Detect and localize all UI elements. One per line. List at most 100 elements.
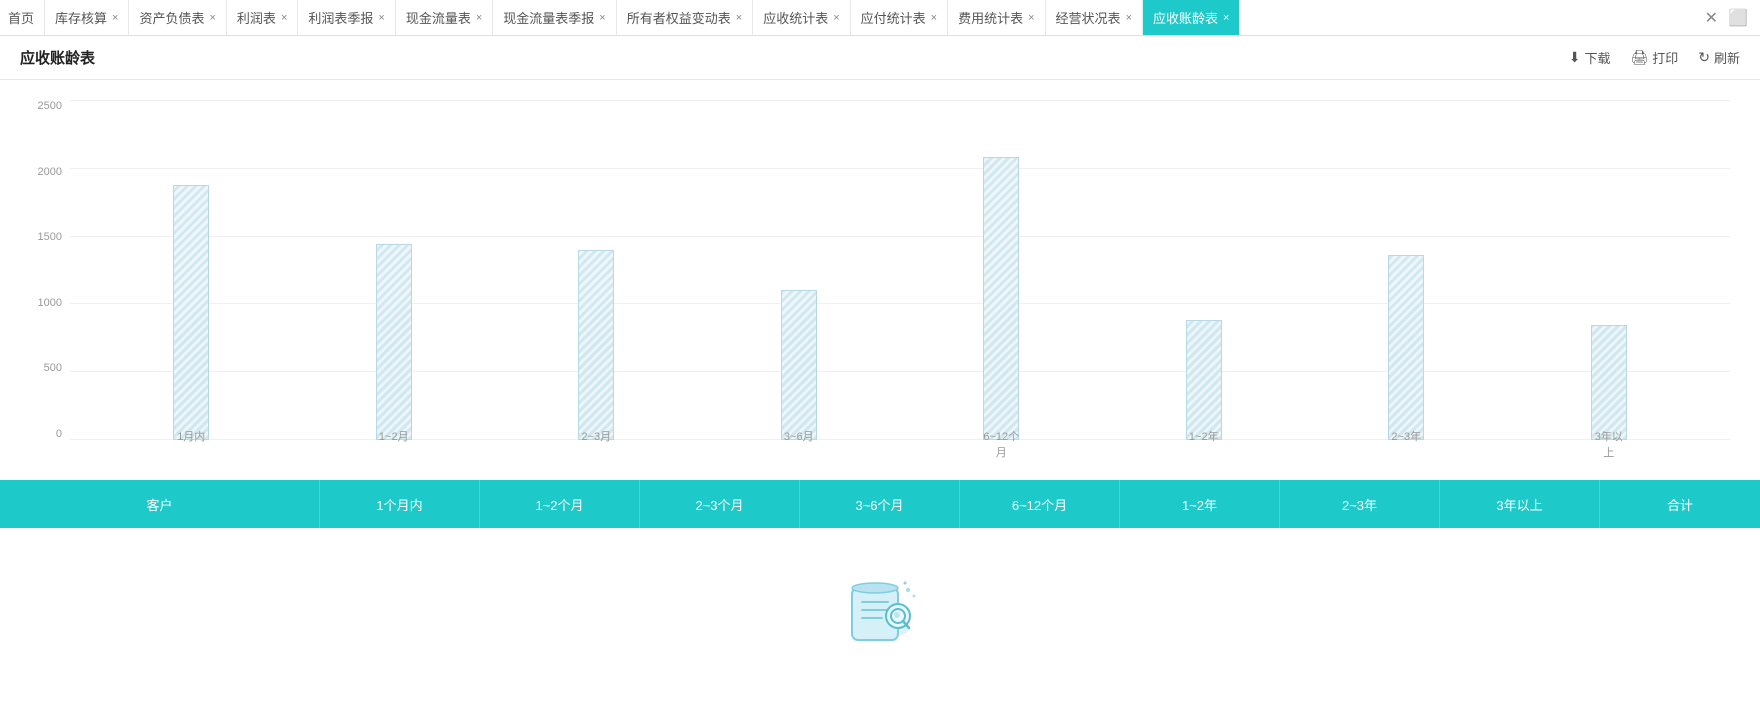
tab-cashflow-label: 现金流量表 <box>406 8 471 27</box>
tab-balance[interactable]: 资产负债表 × <box>129 0 226 36</box>
bar-2-3year <box>1388 255 1424 440</box>
y-label-1500: 1500 <box>38 231 62 243</box>
bar-3-6month <box>781 290 817 440</box>
x-label-1-2year: 1~2年 <box>1186 428 1222 460</box>
chart-area: 2500 2000 1500 1000 500 0 <box>0 80 1760 480</box>
tab-receivable-stat[interactable]: 应收统计表 × <box>753 0 850 36</box>
tab-aging-close[interactable]: × <box>1223 12 1229 24</box>
bar-6-12month <box>983 157 1019 440</box>
tab-cashflow[interactable]: 现金流量表 × <box>396 0 493 36</box>
page-header: 应收账龄表 ⬇ 下载 🖨 打印 ↻ 刷新 <box>0 36 1760 80</box>
refresh-label: 刷新 <box>1714 48 1740 67</box>
th-customer: 客户 <box>0 480 320 528</box>
tab-expense-stat-label: 费用统计表 <box>958 8 1023 27</box>
tab-equity-close[interactable]: × <box>736 12 742 24</box>
bar-group-1-2year <box>1186 320 1222 440</box>
tab-cashflow-quarterly[interactable]: 现金流量表季报 × <box>493 0 616 36</box>
tab-balance-label: 资产负债表 <box>139 8 204 27</box>
tab-receivable-stat-label: 应收统计表 <box>763 8 828 27</box>
bar-group-3-6month <box>781 290 817 440</box>
x-label-3plus: 3年以上 <box>1591 428 1627 460</box>
th-2-3year: 2~3年 <box>1280 480 1440 528</box>
y-label-500: 500 <box>44 362 62 374</box>
tab-cashflow-close[interactable]: × <box>476 12 482 24</box>
x-label-2-3year: 2~3年 <box>1388 428 1424 460</box>
tab-home[interactable]: 首页 <box>8 0 45 36</box>
window-maximize-btn[interactable]: ⬜ <box>1728 8 1748 28</box>
bar-2-3month <box>578 250 614 440</box>
bar-1-2month <box>376 244 412 440</box>
page-title: 应收账龄表 <box>20 47 95 68</box>
tab-payable-stat[interactable]: 应付统计表 × <box>851 0 948 36</box>
x-label-1month: 1月内 <box>173 428 209 460</box>
header-actions: ⬇ 下载 🖨 打印 ↻ 刷新 <box>1569 48 1740 67</box>
bar-group-2-3year <box>1388 255 1424 440</box>
download-button[interactable]: ⬇ 下载 <box>1569 48 1611 67</box>
tab-aging[interactable]: 应收账龄表 × <box>1143 0 1239 36</box>
th-1month: 1个月内 <box>320 480 480 528</box>
x-label-6-12month: 6~12个月 <box>983 428 1019 460</box>
download-icon: ⬇ <box>1569 49 1581 66</box>
tab-equity-label: 所有者权益变动表 <box>627 8 731 27</box>
bar-1-2year <box>1186 320 1222 440</box>
th-1-2year: 1~2年 <box>1120 480 1280 528</box>
print-icon: 🖨 <box>1630 49 1648 66</box>
window-controls: ✕ ⬜ <box>1705 8 1752 28</box>
tab-profit-close[interactable]: × <box>281 12 287 24</box>
download-label: 下载 <box>1584 48 1610 67</box>
tab-aging-label: 应收账龄表 <box>1153 8 1218 27</box>
window-close-btn[interactable]: ✕ <box>1705 8 1718 28</box>
x-labels: 1月内 1~2月 2~3月 3~6月 6~12个月 1~2年 2~3年 3年以上 <box>70 428 1730 460</box>
print-label: 打印 <box>1652 48 1678 67</box>
bars-row <box>70 100 1730 440</box>
bar-group-6-12month <box>983 157 1019 440</box>
tab-profit-label: 利润表 <box>237 8 276 27</box>
y-axis: 2500 2000 1500 1000 500 0 <box>30 100 70 460</box>
tab-profit[interactable]: 利润表 × <box>227 0 298 36</box>
tab-inventory-close[interactable]: × <box>112 12 118 24</box>
tab-profit-quarterly-close[interactable]: × <box>378 12 384 24</box>
print-button[interactable]: 🖨 打印 <box>1630 48 1678 67</box>
chart-inner: 1月内 1~2月 2~3月 3~6月 6~12个月 1~2年 2~3年 3年以上 <box>70 100 1730 460</box>
y-label-2000: 2000 <box>38 166 62 178</box>
bar-group-1-2month <box>376 244 412 440</box>
tab-expense-stat[interactable]: 费用统计表 × <box>948 0 1045 36</box>
tab-operating[interactable]: 经营状况表 × <box>1046 0 1143 36</box>
refresh-button[interactable]: ↻ 刷新 <box>1698 48 1740 67</box>
th-2-3month: 2~3个月 <box>640 480 800 528</box>
refresh-icon: ↻ <box>1698 49 1710 66</box>
th-3-6month: 3~6个月 <box>800 480 960 528</box>
bar-group-3plus-year <box>1591 325 1627 440</box>
tab-cashflow-quarterly-close[interactable]: × <box>599 12 605 24</box>
tab-balance-close[interactable]: × <box>209 12 215 24</box>
bar-1month <box>173 185 209 440</box>
x-label-2-3month: 2~3月 <box>578 428 614 460</box>
bar-group-1month <box>173 185 209 440</box>
y-label-2500-top: 2500 <box>38 100 62 112</box>
tab-operating-close[interactable]: × <box>1126 12 1132 24</box>
th-total: 合计 <box>1600 480 1760 528</box>
tab-receivable-stat-close[interactable]: × <box>833 12 839 24</box>
tab-bar: 首页 库存核算 × 资产负债表 × 利润表 × 利润表季报 × 现金流量表 × … <box>0 0 1760 36</box>
table-header: 客户 1个月内 1~2个月 2~3个月 3~6个月 6~12个月 1~2年 2~… <box>0 480 1760 528</box>
tab-inventory-label: 库存核算 <box>55 8 107 27</box>
tab-payable-stat-close[interactable]: × <box>931 12 937 24</box>
tab-expense-stat-close[interactable]: × <box>1028 12 1034 24</box>
bar-group-2-3month <box>578 250 614 440</box>
th-3plus: 3年以上 <box>1440 480 1600 528</box>
y-label-1000: 1000 <box>38 297 62 309</box>
tab-profit-quarterly-label: 利润表季报 <box>308 8 373 27</box>
tab-operating-label: 经营状况表 <box>1056 8 1121 27</box>
empty-state-icon <box>830 558 930 658</box>
tab-home-label: 首页 <box>8 8 34 27</box>
th-6-12month: 6~12个月 <box>960 480 1120 528</box>
bar-3plus-year <box>1591 325 1627 440</box>
x-label-1-2month: 1~2月 <box>376 428 412 460</box>
tab-equity[interactable]: 所有者权益变动表 × <box>617 0 753 36</box>
tab-profit-quarterly[interactable]: 利润表季报 × <box>298 0 395 36</box>
tab-inventory[interactable]: 库存核算 × <box>45 0 129 36</box>
x-label-3-6month: 3~6月 <box>781 428 817 460</box>
tab-cashflow-quarterly-label: 现金流量表季报 <box>503 8 594 27</box>
bar-chart: 2500 2000 1500 1000 500 0 <box>30 100 1730 460</box>
table-body <box>0 528 1760 688</box>
